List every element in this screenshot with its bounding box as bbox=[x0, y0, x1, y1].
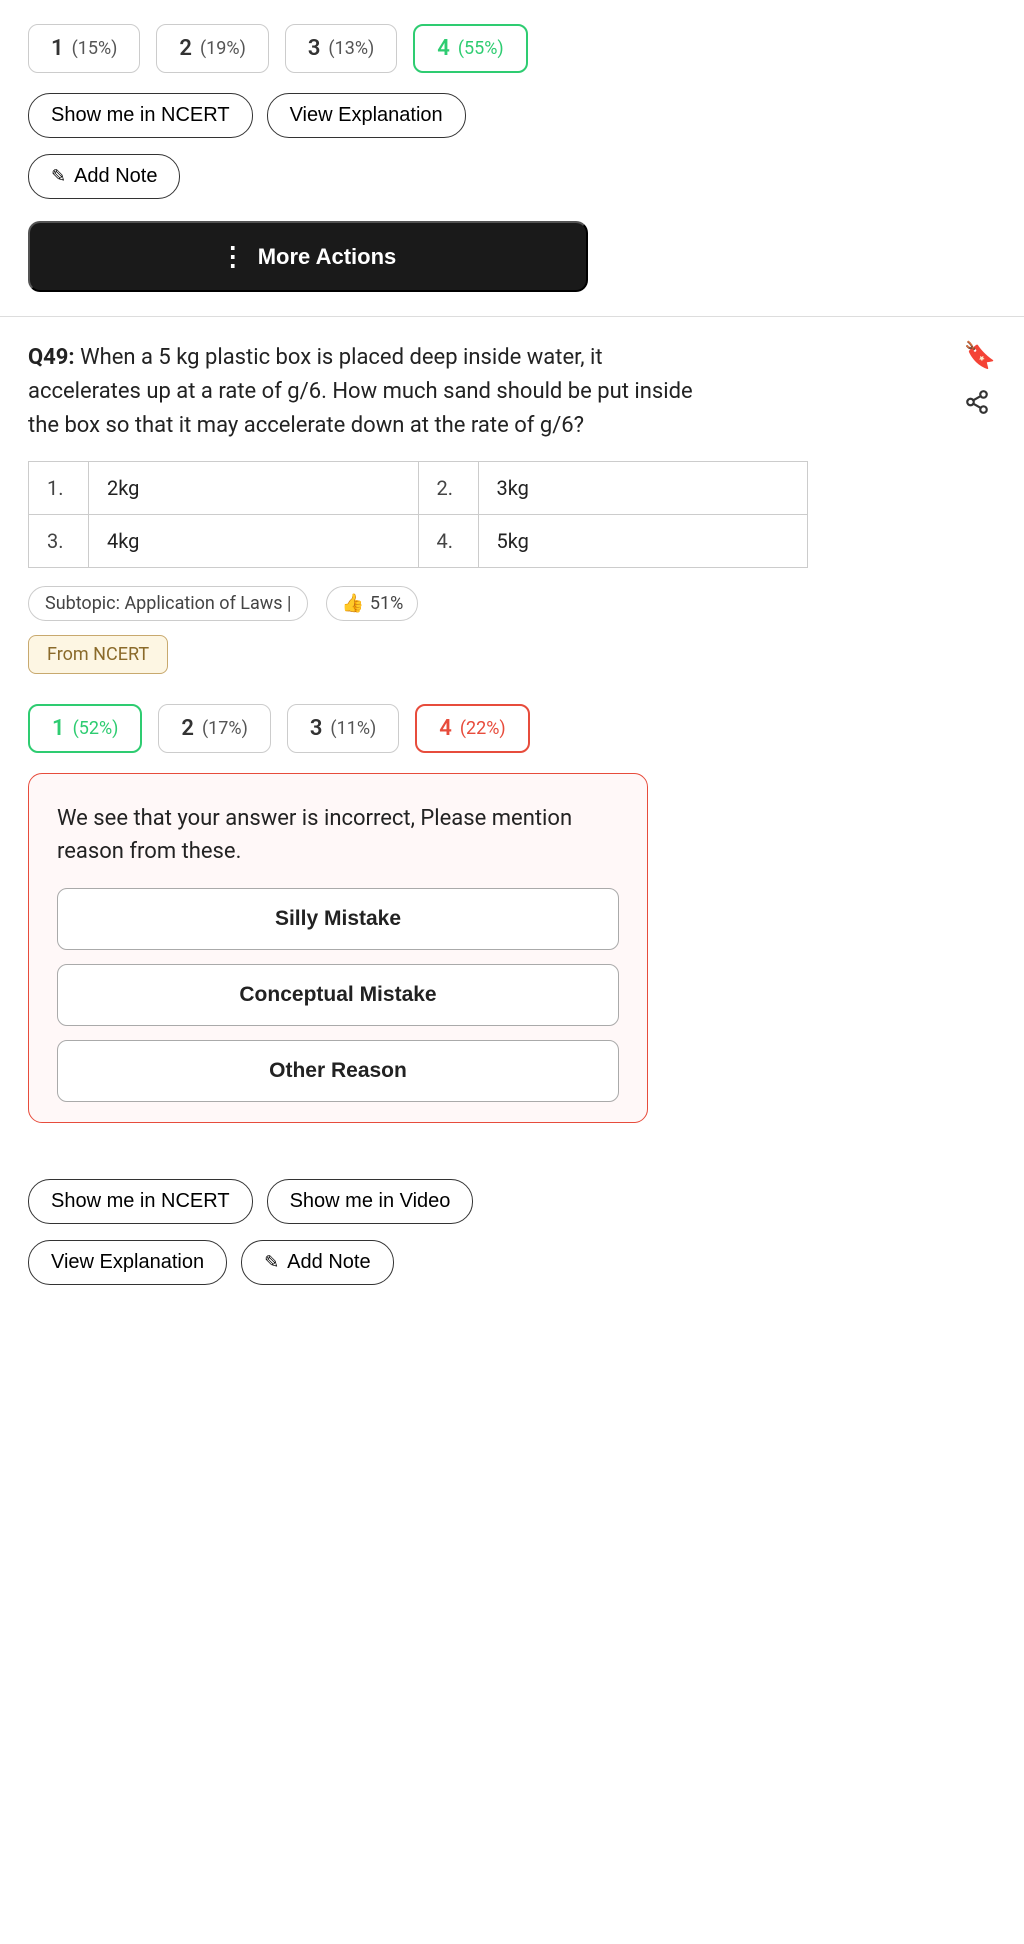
show-ncert-button[interactable]: Show me in NCERT bbox=[28, 93, 253, 138]
option-pct-3: (13%) bbox=[328, 38, 374, 59]
question-number-q49: Q49: bbox=[28, 345, 75, 370]
q49-option-pct-2: (17%) bbox=[202, 718, 248, 739]
meta-row-q49: Subtopic: Application of Laws | 👍 51% bbox=[28, 586, 996, 621]
more-actions-dots-icon: ⋮ bbox=[220, 241, 248, 272]
opt-num-3: 3. bbox=[29, 515, 89, 568]
thumbsup-icon: 👍 bbox=[341, 593, 363, 614]
view-explanation-button-q49[interactable]: View Explanation bbox=[28, 1240, 227, 1285]
opt-num-2: 2. bbox=[418, 462, 478, 515]
incorrect-title: We see that your answer is incorrect, Pl… bbox=[57, 802, 619, 868]
opt-val-1: 2kg bbox=[89, 462, 419, 515]
answer-options-section1: 1 (15%) 2 (19%) 3 (13%) 4 (55%) bbox=[28, 24, 996, 73]
show-video-label: Show me in Video bbox=[290, 1190, 451, 1213]
answer-option-2[interactable]: 2 (19%) bbox=[156, 24, 268, 73]
action-buttons-row1: Show me in NCERT View Explanation bbox=[28, 93, 996, 138]
option-pct-4: (55%) bbox=[458, 38, 504, 59]
bottom-actions-q49-row2: View Explanation ✎ Add Note bbox=[0, 1240, 1024, 1301]
answer-option-q49-2[interactable]: 2 (17%) bbox=[158, 704, 270, 753]
q49-option-num-1: 1 bbox=[52, 716, 65, 741]
question-action-icons: 🔖 bbox=[964, 341, 996, 421]
show-ncert-label: Show me in NCERT bbox=[51, 104, 230, 127]
answer-option-q49-3[interactable]: 3 (11%) bbox=[287, 704, 399, 753]
like-badge[interactable]: 👍 51% bbox=[326, 586, 418, 621]
add-note-label: Add Note bbox=[74, 165, 157, 188]
view-explanation-label-q49: View Explanation bbox=[51, 1251, 204, 1274]
bottom-actions-q49: Show me in NCERT Show me in Video bbox=[0, 1163, 1024, 1240]
view-explanation-button[interactable]: View Explanation bbox=[267, 93, 466, 138]
options-row-2: 3. 4kg 4. 5kg bbox=[29, 515, 808, 568]
answer-option-q49-4[interactable]: 4 (22%) bbox=[415, 704, 529, 753]
opt-num-4: 4. bbox=[418, 515, 478, 568]
bookmark-icon[interactable]: 🔖 bbox=[964, 341, 996, 371]
share-icon[interactable] bbox=[964, 389, 996, 421]
incorrect-answer-box: We see that your answer is incorrect, Pl… bbox=[28, 773, 648, 1123]
ncert-badge: From NCERT bbox=[28, 635, 168, 674]
question-header-q49: Q49: When a 5 kg plastic box is placed d… bbox=[28, 341, 996, 443]
q49-option-num-4: 4 bbox=[439, 716, 452, 741]
add-note-button[interactable]: ✎ Add Note bbox=[28, 154, 180, 199]
answer-option-3[interactable]: 3 (13%) bbox=[285, 24, 397, 73]
more-actions-button[interactable]: ⋮ More Actions bbox=[28, 221, 588, 292]
edit-icon-q49: ✎ bbox=[264, 1252, 279, 1273]
subtopic-value: Application of Laws | bbox=[124, 593, 291, 614]
opt-num-1: 1. bbox=[29, 462, 89, 515]
question-text-q49: Q49: When a 5 kg plastic box is placed d… bbox=[28, 341, 708, 443]
q49-option-pct-4: (22%) bbox=[460, 718, 506, 739]
q49-option-pct-1: (52%) bbox=[73, 718, 119, 739]
edit-icon: ✎ bbox=[51, 166, 66, 187]
option-pct-2: (19%) bbox=[200, 38, 246, 59]
question-block-q49: Q49: When a 5 kg plastic box is placed d… bbox=[0, 317, 1024, 704]
view-explanation-label: View Explanation bbox=[290, 104, 443, 127]
action-buttons-row2: ✎ Add Note bbox=[28, 154, 996, 199]
show-video-button[interactable]: Show me in Video bbox=[267, 1179, 474, 1224]
add-note-button-q49[interactable]: ✎ Add Note bbox=[241, 1240, 393, 1285]
option-pct-1: (15%) bbox=[72, 38, 118, 59]
option-num-2: 2 bbox=[179, 36, 192, 61]
option-num-3: 3 bbox=[308, 36, 321, 61]
show-ncert-button-q49[interactable]: Show me in NCERT bbox=[28, 1179, 253, 1224]
answer-options-q49: 1 (52%) 2 (17%) 3 (11%) 4 (22%) bbox=[28, 704, 996, 753]
show-ncert-label-q49: Show me in NCERT bbox=[51, 1190, 230, 1213]
q49-option-pct-3: (11%) bbox=[330, 718, 376, 739]
answer-option-q49-1[interactable]: 1 (52%) bbox=[28, 704, 142, 753]
add-note-label-q49: Add Note bbox=[287, 1251, 370, 1274]
options-row-1: 1. 2kg 2. 3kg bbox=[29, 462, 808, 515]
q49-option-num-2: 2 bbox=[181, 716, 194, 741]
more-actions-label: More Actions bbox=[258, 244, 397, 270]
silly-mistake-button[interactable]: Silly Mistake bbox=[57, 888, 619, 950]
option-num-4: 4 bbox=[437, 36, 450, 61]
opt-val-2: 3kg bbox=[478, 462, 808, 515]
other-reason-button[interactable]: Other Reason bbox=[57, 1040, 619, 1102]
conceptual-mistake-button[interactable]: Conceptual Mistake bbox=[57, 964, 619, 1026]
question-body-q49: When a 5 kg plastic box is placed deep i… bbox=[28, 345, 693, 438]
q49-option-num-3: 3 bbox=[310, 716, 323, 741]
opt-val-3: 4kg bbox=[89, 515, 419, 568]
answer-option-1[interactable]: 1 (15%) bbox=[28, 24, 140, 73]
like-pct: 51% bbox=[370, 593, 403, 614]
answer-section-q49: 1 (52%) 2 (17%) 3 (11%) 4 (22%) We see t… bbox=[0, 704, 1024, 1163]
opt-val-4: 5kg bbox=[478, 515, 808, 568]
section1: 1 (15%) 2 (19%) 3 (13%) 4 (55%) Show me … bbox=[0, 0, 1024, 317]
subtopic-label: Subtopic: bbox=[45, 593, 120, 614]
option-num-1: 1 bbox=[51, 36, 64, 61]
options-table-q49: 1. 2kg 2. 3kg 3. 4kg 4. 5kg bbox=[28, 461, 808, 568]
answer-option-4[interactable]: 4 (55%) bbox=[413, 24, 527, 73]
subtopic-badge: Subtopic: Application of Laws | bbox=[28, 586, 308, 621]
